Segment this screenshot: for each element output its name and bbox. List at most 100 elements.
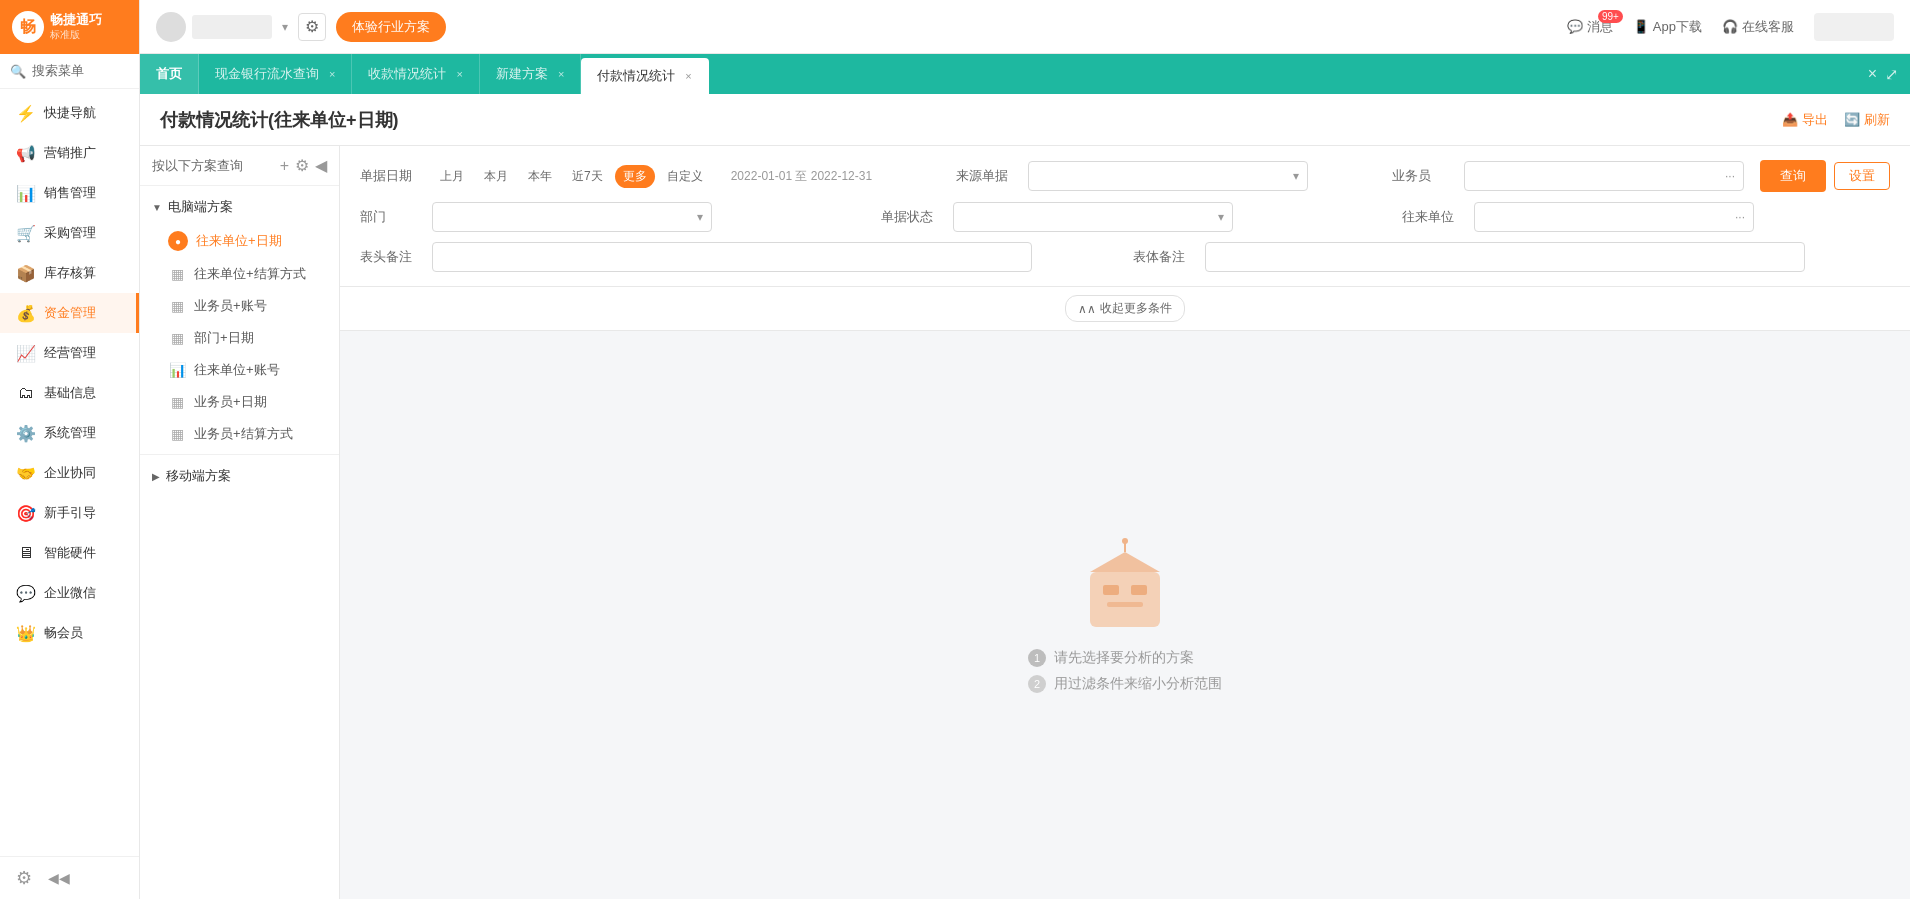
sidebar-item-cooperation[interactable]: 🤝 企业协同 — [0, 453, 139, 493]
message-btn[interactable]: 💬 消息 99+ — [1567, 18, 1613, 36]
sidebar-item-hardware[interactable]: 🖥 智能硬件 — [0, 533, 139, 573]
header-note-label: 表头备注 — [360, 248, 416, 266]
scheme-item-staff-settle[interactable]: ▦ 业务员+结算方式 — [140, 418, 339, 450]
scheme-item-unit-account[interactable]: 📊 往来单位+账号 — [140, 354, 339, 386]
header-note-input[interactable] — [432, 242, 1032, 272]
empty-illustration — [1065, 537, 1185, 637]
empty-step-2: 2 用过滤条件来缩小分析范围 — [1028, 675, 1222, 693]
sidebar-menu: ⚡ 快捷导航 📢 营销推广 📊 销售管理 🛒 采购管理 📦 库存核算 💰 资金管… — [0, 89, 139, 856]
settings-bottom-icon[interactable]: ⚙ — [16, 867, 32, 889]
tab-receipt[interactable]: 收款情况统计 × — [352, 54, 479, 94]
avatar — [156, 12, 186, 42]
sidebar-item-member[interactable]: 👑 畅会员 — [0, 613, 139, 653]
body-note-input[interactable] — [1205, 242, 1805, 272]
export-btn[interactable]: 📤 导出 — [1782, 111, 1828, 129]
tab-bank-close[interactable]: × — [329, 68, 335, 80]
table-icon: ▦ — [168, 425, 186, 443]
topbar-settings-btn[interactable]: ⚙ — [298, 13, 326, 41]
scheme-item-label: 业务员+日期 — [194, 393, 267, 411]
trial-btn[interactable]: 体验行业方案 — [336, 12, 446, 42]
sidebar-item-label: 智能硬件 — [44, 544, 96, 562]
collapse-sidebar-icon[interactable]: ◀◀ — [48, 870, 70, 886]
scheme-group-desktop-header[interactable]: ▼ 电脑端方案 — [140, 190, 339, 224]
tab-payment-close[interactable]: × — [685, 70, 691, 82]
svg-marker-1 — [1090, 552, 1160, 572]
sidebar-item-marketing[interactable]: 📢 营销推广 — [0, 133, 139, 173]
sidebar-item-finance[interactable]: 💰 资金管理 — [0, 293, 139, 333]
sidebar-item-label: 采购管理 — [44, 224, 96, 242]
panel-collapse-icon[interactable]: ◀ — [315, 156, 327, 175]
chart-icon: 📊 — [168, 361, 186, 379]
filter-actions-right: 查询 设置 — [1760, 160, 1890, 192]
date-range-text: 2022-01-01 至 2022-12-31 — [731, 168, 872, 185]
date-tab-more[interactable]: 更多 — [615, 165, 655, 188]
sidebar-item-purchase[interactable]: 🛒 采购管理 — [0, 213, 139, 253]
online-service-btn[interactable]: 🎧 在线客服 — [1722, 18, 1794, 36]
sales-icon: 📊 — [16, 183, 36, 203]
sidebar-item-operation[interactable]: 📈 经营管理 — [0, 333, 139, 373]
app-label: App下载 — [1653, 18, 1702, 36]
filter-row-2: 部门 ▾ 单据状态 ▾ 往来单位 ··· — [360, 202, 1890, 232]
svg-rect-0 — [1090, 572, 1160, 627]
chevron-up-icon: ∧∧ — [1078, 302, 1096, 316]
settings-filter-btn[interactable]: 设置 — [1834, 162, 1890, 190]
query-btn[interactable]: 查询 — [1760, 160, 1826, 192]
service-label: 在线客服 — [1742, 18, 1794, 36]
tab-receipt-close[interactable]: × — [456, 68, 462, 80]
sidebar-item-sales[interactable]: 📊 销售管理 — [0, 173, 139, 213]
left-panel-header-actions: + ⚙ ◀ — [280, 156, 327, 175]
step-1-num: 1 — [1028, 649, 1046, 667]
tab-payment[interactable]: 付款情况统计 × — [581, 58, 708, 94]
sidebar-item-label: 畅会员 — [44, 624, 83, 642]
scheme-item-label: 部门+日期 — [194, 329, 254, 347]
user-name-area[interactable] — [1814, 13, 1894, 41]
staff-select[interactable]: ··· — [1464, 161, 1744, 191]
scheme-item-staff-account[interactable]: ▦ 业务员+账号 — [140, 290, 339, 322]
dept-select[interactable]: ▾ — [432, 202, 712, 232]
tabs-bar: 首页 现金银行流水查询 × 收款情况统计 × 新建方案 × 付款情况统计 × ×… — [140, 54, 1910, 94]
logo-sub: 标准版 — [50, 28, 102, 42]
refresh-icon: 🔄 — [1844, 112, 1860, 127]
sidebar-search[interactable]: 🔍 搜索菜单 — [0, 54, 139, 89]
window-expand-icon[interactable]: ⤢ — [1885, 65, 1898, 84]
scheme-group-mobile-header[interactable]: ▶ 移动端方案 — [140, 459, 339, 493]
svg-rect-2 — [1103, 585, 1119, 595]
sidebar-item-label: 营销推广 — [44, 144, 96, 162]
refresh-btn[interactable]: 🔄 刷新 — [1844, 111, 1890, 129]
date-tab-custom[interactable]: 自定义 — [659, 165, 711, 188]
scheme-settings-icon[interactable]: ⚙ — [295, 156, 309, 175]
sidebar-item-system[interactable]: ⚙️ 系统管理 — [0, 413, 139, 453]
date-tab-7days[interactable]: 近7天 — [564, 165, 611, 188]
scheme-item-staff-date[interactable]: ▦ 业务员+日期 — [140, 386, 339, 418]
search-label: 搜索菜单 — [32, 62, 84, 80]
service-icon: 🎧 — [1722, 19, 1738, 34]
tabs-right: × ⤢ — [1856, 54, 1910, 94]
collapse-btn[interactable]: ∧∧ 收起更多条件 — [1065, 295, 1185, 322]
window-close-icon[interactable]: × — [1868, 65, 1877, 83]
refresh-label: 刷新 — [1864, 111, 1890, 129]
scheme-item-unit-date[interactable]: ● 往来单位+日期 — [140, 224, 339, 258]
sidebar-item-basic[interactable]: 🗂 基础信息 — [0, 373, 139, 413]
tab-new-scheme[interactable]: 新建方案 × — [480, 54, 581, 94]
table-icon: ▦ — [168, 297, 186, 315]
scheme-item-unit-settle[interactable]: ▦ 往来单位+结算方式 — [140, 258, 339, 290]
add-scheme-icon[interactable]: + — [280, 157, 289, 175]
date-tab-this-year[interactable]: 本年 — [520, 165, 560, 188]
sidebar-item-wechat[interactable]: 💬 企业微信 — [0, 573, 139, 613]
scheme-item-dept-date[interactable]: ▦ 部门+日期 — [140, 322, 339, 354]
sidebar-item-guide[interactable]: 🎯 新手引导 — [0, 493, 139, 533]
tab-home[interactable]: 首页 — [140, 54, 199, 94]
date-tab-this-month[interactable]: 本月 — [476, 165, 516, 188]
app-download-btn[interactable]: 📱 App下载 — [1633, 18, 1702, 36]
date-tab-last-month[interactable]: 上月 — [432, 165, 472, 188]
tab-home-label: 首页 — [156, 65, 182, 83]
tab-new-scheme-close[interactable]: × — [558, 68, 564, 80]
source-select[interactable]: ▾ — [1028, 161, 1308, 191]
voucher-status-select[interactable]: ▾ — [953, 202, 1233, 232]
mobile-toggle-icon: ▶ — [152, 471, 160, 482]
sidebar-item-inventory[interactable]: 📦 库存核算 — [0, 253, 139, 293]
dropdown-arrow-icon[interactable]: ▾ — [282, 20, 288, 34]
tab-bank[interactable]: 现金银行流水查询 × — [199, 54, 352, 94]
sidebar-item-quick-nav[interactable]: ⚡ 快捷导航 — [0, 93, 139, 133]
unit-select[interactable]: ··· — [1474, 202, 1754, 232]
